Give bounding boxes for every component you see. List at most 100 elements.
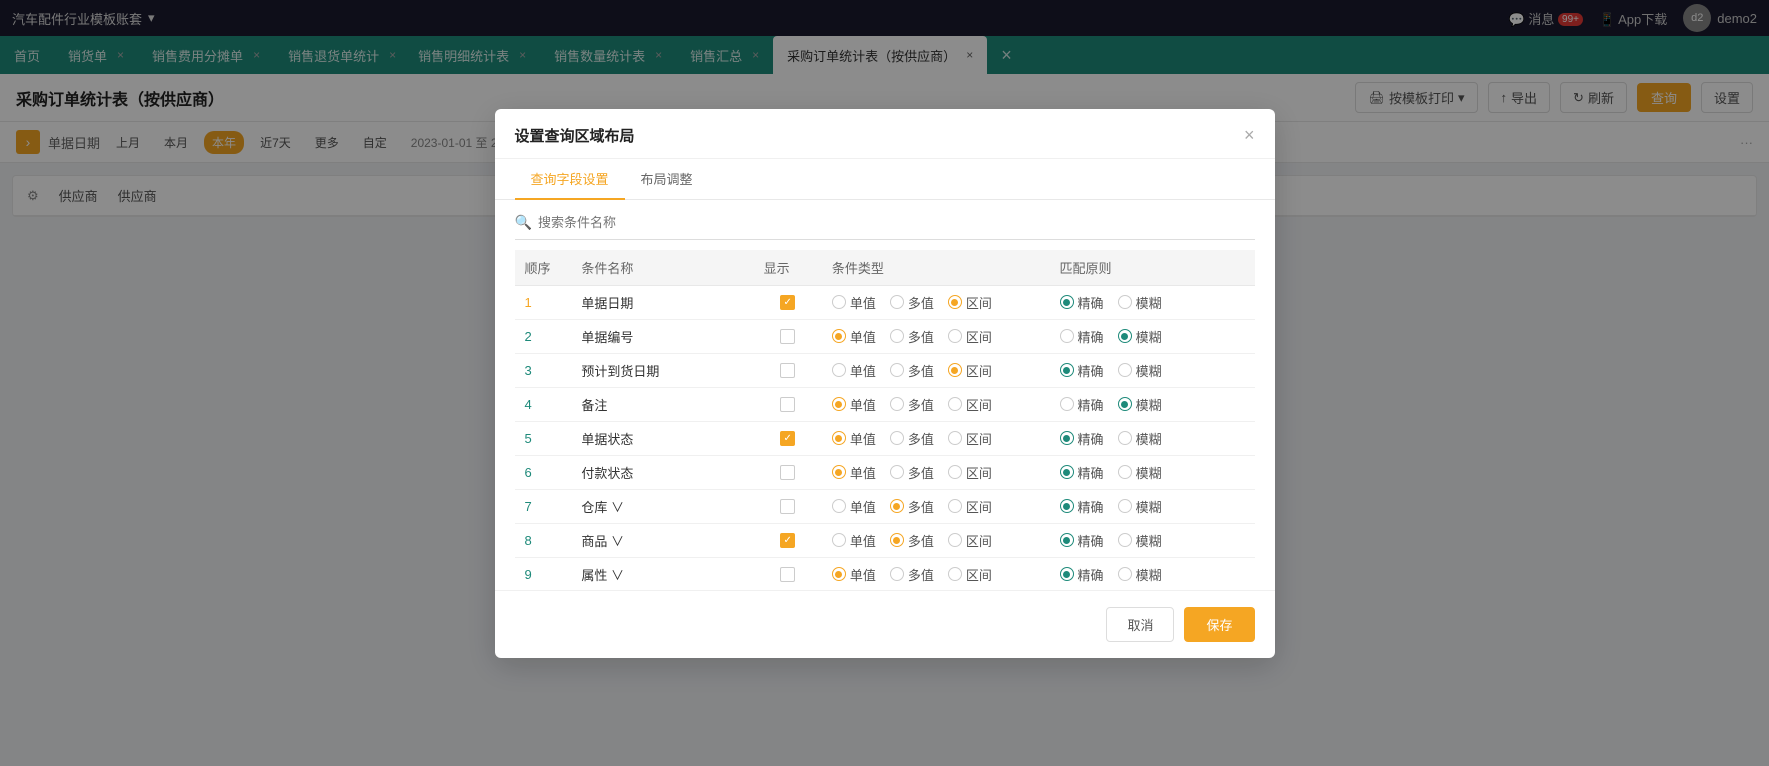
radio-type-单值[interactable]: 单值 (832, 429, 876, 448)
radio-type-多值[interactable]: 多值 (890, 463, 934, 482)
cell-display[interactable] (754, 489, 822, 523)
search-input[interactable] (538, 215, 758, 230)
cell-type: 单值 多值 区间 (822, 387, 1050, 421)
radio-type-多值[interactable]: 多值 (890, 565, 934, 584)
radio-type-多值[interactable]: 多值 (890, 531, 934, 550)
radio-match-模糊[interactable]: 模糊 (1118, 429, 1162, 448)
dialog-body: 🔍 顺序 条件名称 显示 条件类型 匹配原则 (495, 200, 1275, 590)
radio-type-区间[interactable]: 区间 (948, 395, 992, 414)
radio-type-区间[interactable]: 区间 (948, 429, 992, 448)
cell-display[interactable] (754, 387, 822, 421)
cell-name: 预计到货日期 (571, 353, 753, 387)
radio-match-精确[interactable]: 精确 (1060, 565, 1104, 584)
checkbox[interactable] (780, 363, 795, 378)
radio-type-区间[interactable]: 区间 (948, 565, 992, 584)
checkbox[interactable] (780, 329, 795, 344)
cell-order: 4 (515, 387, 572, 421)
th-name: 条件名称 (571, 250, 753, 286)
radio-type-多值[interactable]: 多值 (890, 429, 934, 448)
field-table-header: 顺序 条件名称 显示 条件类型 匹配原则 (515, 250, 1255, 286)
dialog-title: 设置查询区域布局 (515, 125, 635, 146)
field-table-scroll[interactable]: 顺序 条件名称 显示 条件类型 匹配原则 1单据日期 ✓ 单值 多值 (515, 250, 1255, 590)
cell-order: 8 (515, 523, 572, 557)
radio-type-单值[interactable]: 单值 (832, 531, 876, 550)
radio-match-精确[interactable]: 精确 (1060, 429, 1104, 448)
cell-order: 7 (515, 489, 572, 523)
settings-dialog: 设置查询区域布局 × 查询字段设置 布局调整 🔍 (495, 109, 1275, 658)
cell-name: 属性 ∨ (571, 557, 753, 590)
radio-type-多值[interactable]: 多值 (890, 497, 934, 516)
cell-type: 单值 多值 区间 (822, 557, 1050, 590)
radio-type-区间[interactable]: 区间 (948, 531, 992, 550)
radio-match-精确[interactable]: 精确 (1060, 395, 1104, 414)
radio-type-区间[interactable]: 区间 (948, 293, 992, 312)
radio-type-多值[interactable]: 多值 (890, 327, 934, 346)
radio-match-精确[interactable]: 精确 (1060, 327, 1104, 346)
cell-display[interactable] (754, 319, 822, 353)
th-display: 显示 (754, 250, 822, 286)
cancel-button[interactable]: 取消 (1106, 607, 1174, 642)
cell-order: 9 (515, 557, 572, 590)
th-type: 条件类型 (822, 250, 1050, 286)
cell-match: 精确 模糊 (1050, 489, 1255, 523)
table-row: 1单据日期 ✓ 单值 多值 区间 精确 模糊 (515, 285, 1255, 319)
radio-match-模糊[interactable]: 模糊 (1118, 395, 1162, 414)
cell-name: 单据日期 (571, 285, 753, 319)
cell-match: 精确 模糊 (1050, 523, 1255, 557)
table-row: 3预计到货日期 单值 多值 区间 精确 模糊 (515, 353, 1255, 387)
radio-type-区间[interactable]: 区间 (948, 327, 992, 346)
cell-display[interactable]: ✓ (754, 285, 822, 319)
checkbox[interactable]: ✓ (780, 295, 795, 310)
cell-match: 精确 模糊 (1050, 557, 1255, 590)
radio-match-精确[interactable]: 精确 (1060, 497, 1104, 516)
radio-type-单值[interactable]: 单值 (832, 565, 876, 584)
radio-match-模糊[interactable]: 模糊 (1118, 531, 1162, 550)
checkbox[interactable] (780, 567, 795, 582)
radio-match-模糊[interactable]: 模糊 (1118, 565, 1162, 584)
cell-display[interactable]: ✓ (754, 523, 822, 557)
checkbox[interactable] (780, 397, 795, 412)
cell-type: 单值 多值 区间 (822, 455, 1050, 489)
radio-match-精确[interactable]: 精确 (1060, 531, 1104, 550)
cell-display[interactable] (754, 455, 822, 489)
dialog-tab-layout[interactable]: 布局调整 (625, 159, 709, 200)
cell-display[interactable]: ✓ (754, 421, 822, 455)
checkbox[interactable] (780, 465, 795, 480)
th-match: 匹配原则 (1050, 250, 1255, 286)
radio-type-单值[interactable]: 单值 (832, 361, 876, 380)
cell-name: 单据状态 (571, 421, 753, 455)
radio-match-精确[interactable]: 精确 (1060, 463, 1104, 482)
dialog-tab-field-settings[interactable]: 查询字段设置 (515, 159, 625, 200)
radio-type-单值[interactable]: 单值 (832, 395, 876, 414)
dialog-tabs: 查询字段设置 布局调整 (495, 159, 1275, 200)
th-order: 顺序 (515, 250, 572, 286)
radio-match-模糊[interactable]: 模糊 (1118, 293, 1162, 312)
field-table-body: 1单据日期 ✓ 单值 多值 区间 精确 模糊 2单据编号 单值 (515, 285, 1255, 590)
radio-type-多值[interactable]: 多值 (890, 395, 934, 414)
radio-type-区间[interactable]: 区间 (948, 497, 992, 516)
radio-match-模糊[interactable]: 模糊 (1118, 497, 1162, 516)
radio-match-精确[interactable]: 精确 (1060, 361, 1104, 380)
dialog-close-button[interactable]: × (1244, 125, 1255, 146)
save-button[interactable]: 保存 (1184, 607, 1254, 642)
radio-match-精确[interactable]: 精确 (1060, 293, 1104, 312)
radio-type-单值[interactable]: 单值 (832, 327, 876, 346)
radio-type-区间[interactable]: 区间 (948, 463, 992, 482)
radio-type-单值[interactable]: 单值 (832, 463, 876, 482)
radio-type-区间[interactable]: 区间 (948, 361, 992, 380)
checkbox[interactable] (780, 499, 795, 514)
cell-type: 单值 多值 区间 (822, 353, 1050, 387)
table-row: 8商品 ∨ ✓ 单值 多值 区间 精确 模糊 (515, 523, 1255, 557)
radio-type-多值[interactable]: 多值 (890, 361, 934, 380)
radio-type-多值[interactable]: 多值 (890, 293, 934, 312)
radio-type-单值[interactable]: 单值 (832, 497, 876, 516)
radio-match-模糊[interactable]: 模糊 (1118, 361, 1162, 380)
checkbox[interactable]: ✓ (780, 431, 795, 446)
cell-type: 单值 多值 区间 (822, 285, 1050, 319)
radio-match-模糊[interactable]: 模糊 (1118, 327, 1162, 346)
cell-display[interactable] (754, 557, 822, 590)
checkbox[interactable]: ✓ (780, 533, 795, 548)
cell-display[interactable] (754, 353, 822, 387)
radio-match-模糊[interactable]: 模糊 (1118, 463, 1162, 482)
radio-type-单值[interactable]: 单值 (832, 293, 876, 312)
